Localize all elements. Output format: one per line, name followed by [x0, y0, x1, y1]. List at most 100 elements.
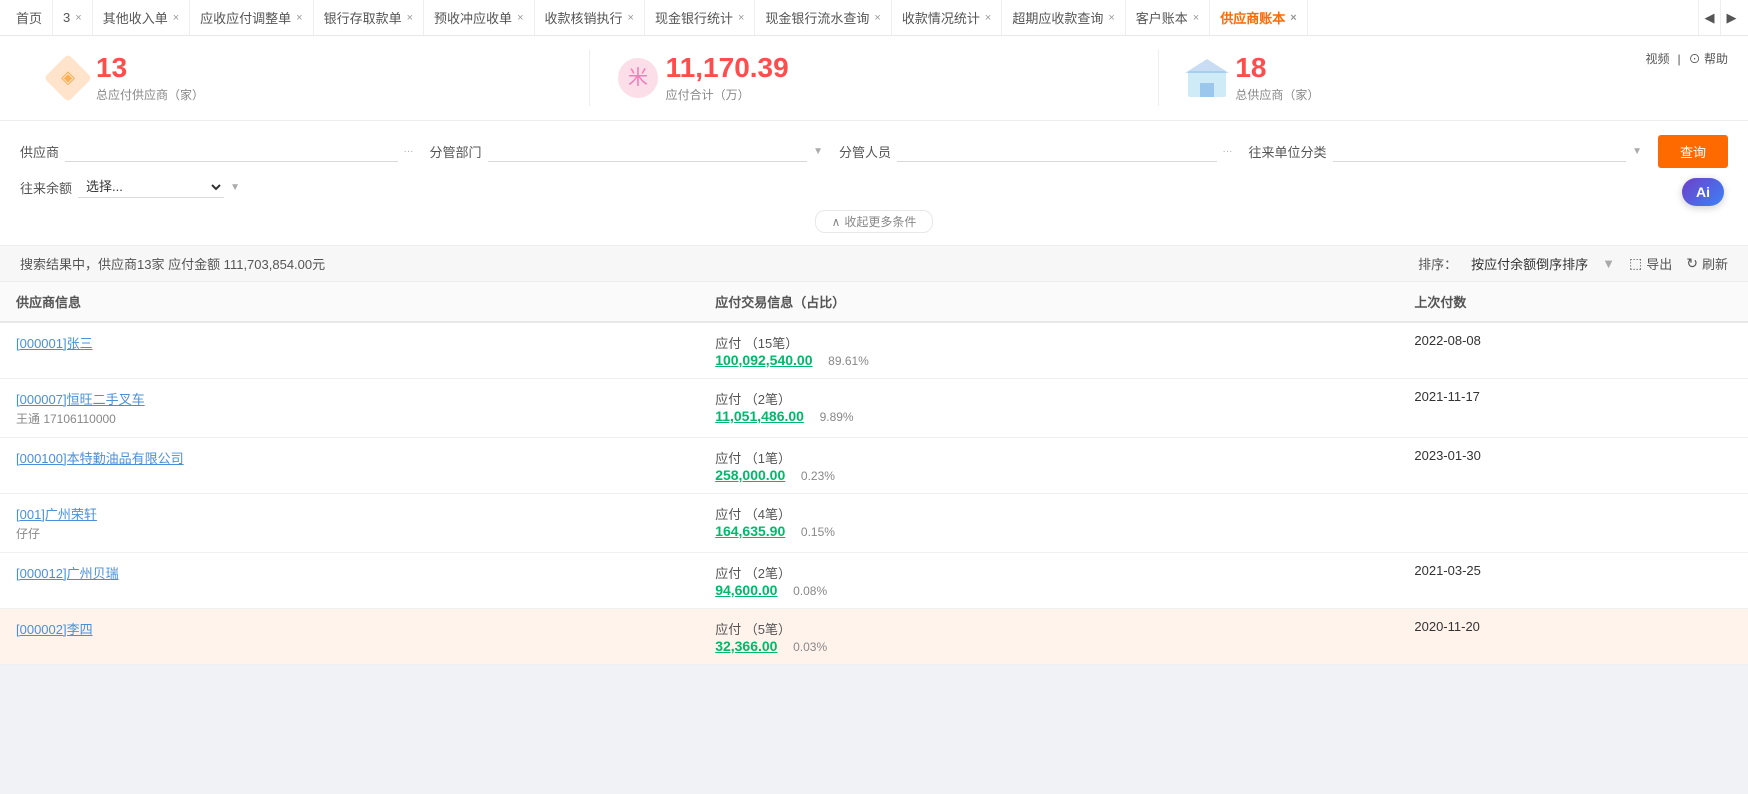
category-dropdown-icon[interactable]: ▼ [1632, 146, 1642, 157]
payable-pct: 0.08% [793, 584, 827, 598]
close-tab-overdue-collect[interactable]: × [1108, 12, 1114, 24]
nav-tab-other-income[interactable]: 其他收入单× [93, 0, 190, 36]
nav-tab-supplier-account[interactable]: 供应商账本× [1210, 0, 1307, 36]
nav-tab-bank-deposit[interactable]: 银行存取款单× [314, 0, 424, 36]
summary-label-total-suppliers: 总供应商（家） [1235, 86, 1319, 103]
person-dots[interactable]: ··· [1223, 146, 1233, 157]
table-body: [000001]张三 应付 （15笔） 100,092,540.00 89.61… [0, 322, 1748, 665]
svg-text:◈: ◈ [61, 67, 75, 87]
nav-left-arrow[interactable]: ◀ [1698, 0, 1720, 36]
summary-item-payable-suppliers: ◈ 13 总应付供应商（家） [20, 50, 590, 106]
last-pay-cell: 2021-03-25 [1398, 553, 1748, 609]
supplier-cell: [000002]李四 [0, 609, 699, 665]
payable-amount[interactable]: 11,051,486.00 [715, 408, 804, 424]
col-supplier-info: 供应商信息 [0, 282, 699, 322]
sort-value[interactable]: 按应付余额倒序排序 [1471, 254, 1588, 273]
summary-number-payable-total: 11,170.39 [666, 53, 789, 84]
payable-amount[interactable]: 32,366.00 [715, 638, 777, 654]
help-link[interactable]: ⊙ 帮助 [1689, 50, 1728, 67]
close-tab-other-income[interactable]: × [173, 12, 179, 24]
nav-tab-cash-bank-stat[interactable]: 现金银行统计× [645, 0, 755, 36]
last-pay-date: 2021-11-17 [1414, 389, 1480, 404]
close-tab-t3[interactable]: × [75, 12, 81, 24]
close-tab-bank-deposit[interactable]: × [407, 12, 413, 24]
last-pay-date: 2023-01-30 [1414, 448, 1481, 463]
payable-count-row: 应付 （2笔） [715, 389, 1382, 408]
close-tab-supplier-account[interactable]: × [1290, 12, 1296, 24]
nav-tab-t3[interactable]: 3× [53, 0, 93, 36]
payable-cell: 应付 （4笔） 164,635.90 0.15% [699, 494, 1398, 553]
close-tab-cash-bank-flow[interactable]: × [874, 12, 880, 24]
filter-bar: 供应商 ··· 分管部门 ▼ 分管人员 ··· 往来单位分类 ▼ 查询 往来余额… [0, 121, 1748, 246]
close-tab-customer-account[interactable]: × [1193, 12, 1199, 24]
supplier-cell: [000100]本特勤油品有限公司 [0, 438, 699, 494]
nav-tab-receipt-audit[interactable]: 收款核销执行× [535, 0, 645, 36]
filter-supplier: 供应商 ··· [20, 142, 414, 162]
supplier-link[interactable]: [001]广州荣轩 [16, 507, 97, 522]
collapse-bar: ∧ 收起更多条件 [20, 206, 1728, 235]
payable-cell: 应付 （15笔） 100,092,540.00 89.61% [699, 322, 1398, 379]
close-tab-prepay-collect[interactable]: × [517, 12, 523, 24]
last-pay-date: 2021-03-25 [1414, 563, 1481, 578]
nav-tab-prepay-collect[interactable]: 预收冲应收单× [424, 0, 534, 36]
payable-amount-row: 11,051,486.00 9.89% [715, 408, 1382, 424]
nav-tab-overdue-collect[interactable]: 超期应收款查询× [1002, 0, 1125, 36]
balance-dropdown-icon[interactable]: ▼ [230, 182, 240, 193]
payable-pct: 89.61% [828, 354, 869, 368]
supplier-link[interactable]: [000001]张三 [16, 336, 93, 351]
supplier-link[interactable]: [000012]广州贝瑞 [16, 566, 119, 581]
table-row: [000100]本特勤油品有限公司 应付 （1笔） 258,000.00 0.2… [0, 438, 1748, 494]
supplier-input[interactable] [65, 142, 397, 162]
summary-label-payable-total: 应付合计（万） [666, 86, 789, 103]
payable-amount[interactable]: 258,000.00 [715, 467, 785, 483]
payable-amount-row: 258,000.00 0.23% [715, 467, 1382, 483]
supplier-cell: [001]广州荣轩仔仔 [0, 494, 699, 553]
summary-bar: 视频 | ⊙ 帮助 ◈ 13 总应付供应商（家） 米 11,170.39 应付合… [0, 36, 1748, 121]
payable-cell: 应付 （2笔） 94,600.00 0.08% [699, 553, 1398, 609]
payable-amount[interactable]: 100,092,540.00 [715, 352, 812, 368]
supplier-link[interactable]: [000002]李四 [16, 622, 93, 637]
payable-amount[interactable]: 94,600.00 [715, 582, 777, 598]
supplier-cell: [000001]张三 [0, 322, 699, 379]
nav-tab-home[interactable]: 首页 [6, 0, 53, 36]
collapse-button[interactable]: ∧ 收起更多条件 [815, 210, 934, 233]
dept-label: 分管部门 [430, 142, 482, 161]
summary-number-payable-suppliers: 13 [96, 53, 204, 84]
query-button[interactable]: 查询 [1658, 135, 1728, 168]
balance-select[interactable]: 选择... [78, 176, 224, 198]
video-link[interactable]: 视频 [1646, 50, 1670, 67]
payable-pct: 9.89% [820, 410, 854, 424]
refresh-label: 刷新 [1702, 254, 1728, 273]
supplier-link[interactable]: [000100]本特勤油品有限公司 [16, 451, 184, 466]
payable-cell: 应付 （5笔） 32,366.00 0.03% [699, 609, 1398, 665]
table-row: [000002]李四 应付 （5笔） 32,366.00 0.03% 2020-… [0, 609, 1748, 665]
close-tab-collection-stat[interactable]: × [985, 12, 991, 24]
person-input[interactable] [897, 142, 1216, 162]
nav-right-arrow[interactable]: ▶ [1720, 0, 1742, 36]
supplier-sub: 仔仔 [16, 525, 683, 542]
close-tab-ar-adjustment[interactable]: × [296, 12, 302, 24]
ai-label: Ai [1696, 184, 1710, 200]
nav-tab-customer-account[interactable]: 客户账本× [1126, 0, 1210, 36]
close-tab-cash-bank-stat[interactable]: × [738, 12, 744, 24]
category-input[interactable] [1333, 142, 1627, 162]
results-bar: 搜索结果中，供应商13家 应付金额 111,703,854.00元 排序： 按应… [0, 246, 1748, 282]
nav-tab-cash-bank-flow[interactable]: 现金银行流水查询× [755, 0, 891, 36]
refresh-button[interactable]: ↻ 刷新 [1686, 254, 1728, 273]
dept-dropdown-icon[interactable]: ▼ [813, 146, 823, 157]
dept-input[interactable] [488, 142, 808, 162]
sort-label: 排序： [1418, 254, 1457, 273]
payable-cell: 应付 （1笔） 258,000.00 0.23% [699, 438, 1398, 494]
table-header: 供应商信息 应付交易信息（占比） 上次付数 [0, 282, 1748, 322]
ai-button[interactable]: Ai [1682, 178, 1724, 206]
close-tab-receipt-audit[interactable]: × [628, 12, 634, 24]
payable-amount[interactable]: 164,635.90 [715, 523, 785, 539]
nav-tab-ar-adjustment[interactable]: 应收应付调整单× [190, 0, 313, 36]
summary-text-payable-total: 11,170.39 应付合计（万） [666, 53, 789, 103]
export-button[interactable]: ⬚ 导出 [1629, 254, 1672, 273]
nav-tab-collection-stat[interactable]: 收款情况统计× [892, 0, 1002, 36]
supplier-link[interactable]: [000007]恒旺二手叉车 [16, 392, 145, 407]
payable-count-row: 应付 （15笔） [715, 333, 1382, 352]
supplier-dots[interactable]: ··· [404, 146, 414, 157]
filter-row-2: 往来余额 选择... ▼ [20, 176, 1728, 198]
